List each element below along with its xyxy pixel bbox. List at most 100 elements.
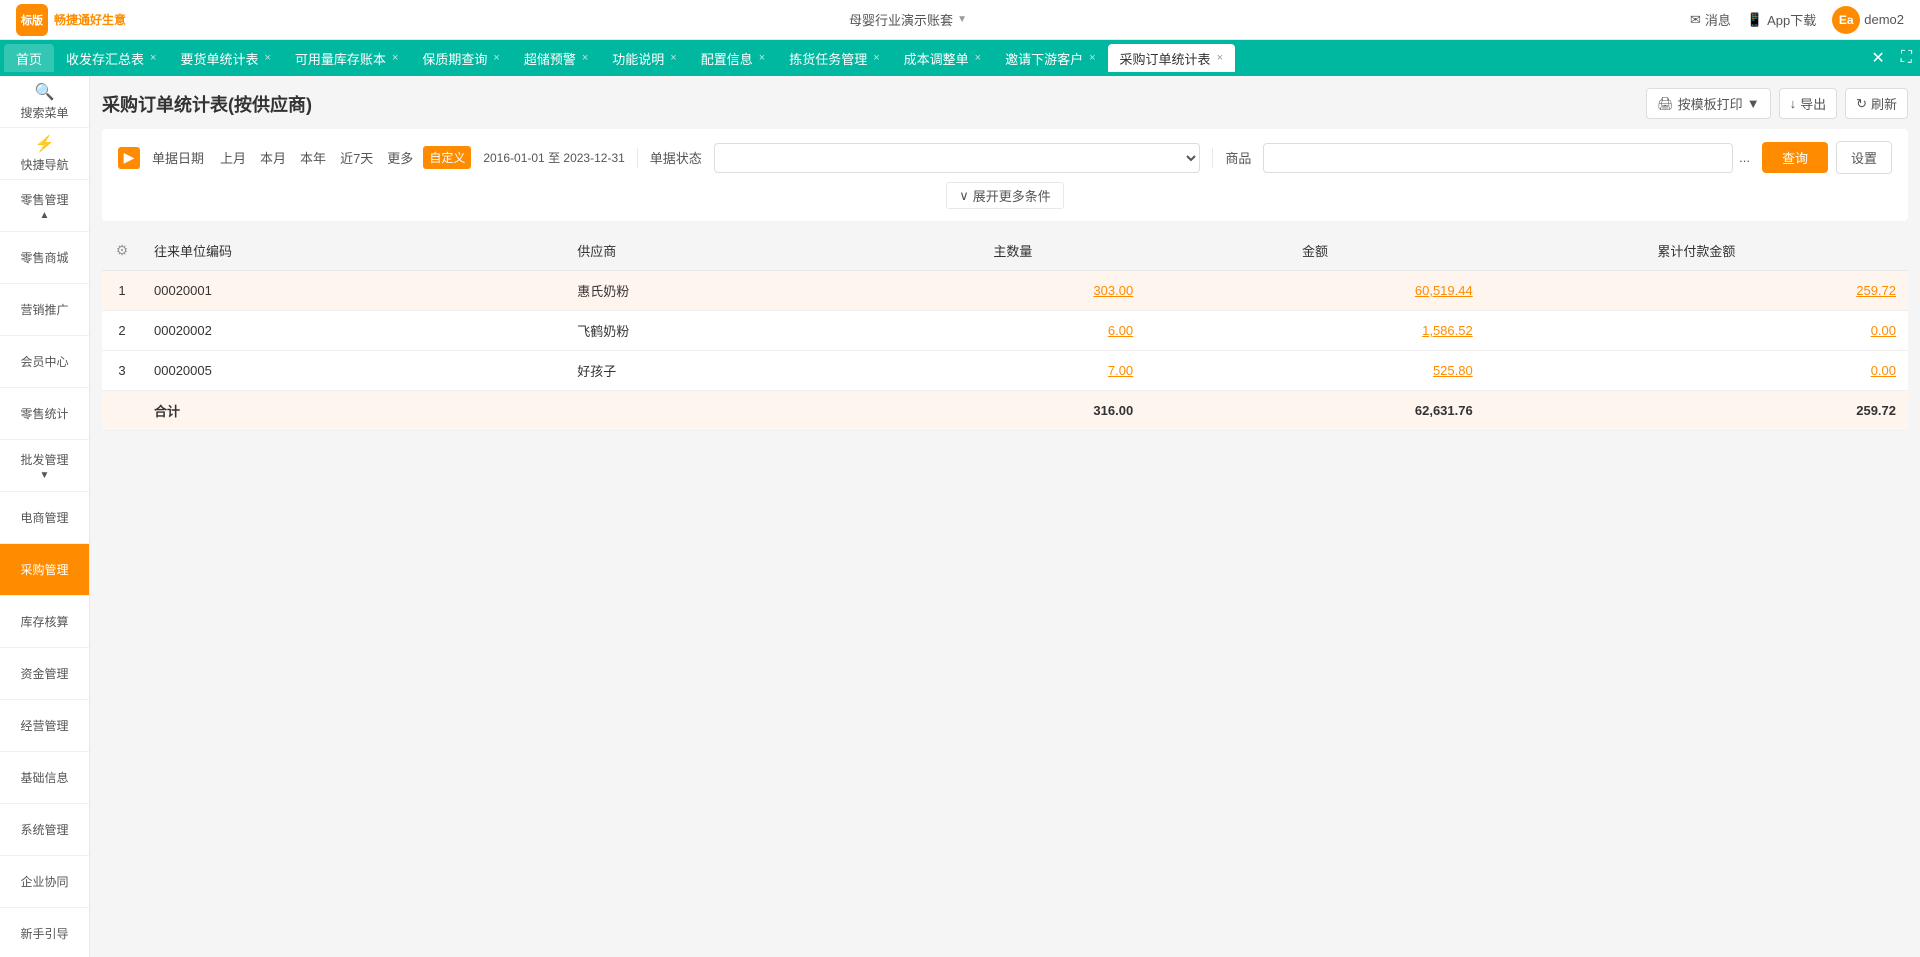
td-seq: 3 <box>102 351 142 391</box>
sidebar-item-enterprise[interactable]: 企业协同 <box>0 856 89 908</box>
tab-func[interactable]: 功能说明 × <box>600 44 688 72</box>
tab-overstock[interactable]: 超储预警 × <box>512 44 600 72</box>
status-select[interactable] <box>714 143 1201 173</box>
close-icon[interactable]: × <box>493 52 499 64</box>
date-more-button[interactable]: 更多 <box>383 146 417 169</box>
goods-input[interactable] <box>1263 143 1733 173</box>
td-amount[interactable]: 525.80 <box>1145 351 1485 391</box>
phone-icon: 📱 <box>1747 12 1763 28</box>
column-settings-icon[interactable]: ⚙ <box>116 242 129 258</box>
tab-expiry[interactable]: 保质期查询 × <box>410 44 511 72</box>
close-icon[interactable]: × <box>264 52 270 64</box>
header-actions: 🖨 按模板打印 ▼ ↓ 导出 ↻ 刷新 <box>1646 88 1908 119</box>
print-button[interactable]: 🖨 按模板打印 ▼ <box>1646 88 1770 119</box>
tab-home[interactable]: 首页 <box>4 44 54 72</box>
sidebar-item-inventory[interactable]: 库存核算 <box>0 596 89 648</box>
sidebar-item-retail[interactable]: 零售管理 ▲ <box>0 180 89 232</box>
tab-receive[interactable]: 收发存汇总表 × <box>54 44 168 72</box>
sidebar-item-purchase[interactable]: 采购管理 <box>0 544 89 596</box>
th-amount: 金额 <box>1145 231 1485 271</box>
export-button[interactable]: ↓ 导出 <box>1779 88 1838 119</box>
refresh-icon: ↻ <box>1856 96 1867 112</box>
chevron-up-icon: ▲ <box>40 210 50 221</box>
sidebar-item-search[interactable]: 🔍 搜索菜单 <box>0 76 89 128</box>
tab-cost[interactable]: 成本调整单 × <box>892 44 993 72</box>
workspace-selector[interactable]: 母婴行业演示账套 ▼ <box>849 10 967 29</box>
tab-available[interactable]: 可用量库存账本 × <box>283 44 410 72</box>
expand-more-button[interactable]: ∨ 展开更多条件 <box>946 182 1064 209</box>
sidebar-item-ecommerce[interactable]: 电商管理 <box>0 492 89 544</box>
refresh-button[interactable]: ↻ 刷新 <box>1845 88 1908 119</box>
filter-divider <box>637 148 638 168</box>
query-button[interactable]: 查询 <box>1762 142 1828 173</box>
sidebar-item-wholesale[interactable]: 批发管理 ▼ <box>0 440 89 492</box>
table-row: 2 00020002 飞鹤奶粉 6.00 1,586.52 0.00 <box>102 311 1908 351</box>
td-qty[interactable]: 6.00 <box>881 311 1146 351</box>
sidebar-item-member[interactable]: 会员中心 <box>0 336 89 388</box>
close-icon[interactable]: × <box>975 52 981 64</box>
sidebar-item-marketing[interactable]: 营销推广 <box>0 284 89 336</box>
sidebar-item-quick[interactable]: ⚡ 快捷导航 <box>0 128 89 180</box>
td-unit-code: 00020001 <box>142 271 565 311</box>
maximize-button[interactable]: ⛶ <box>1897 49 1916 67</box>
top-bar: 标版 畅捷通好生意 母婴行业演示账套 ▼ ✉ 消息 📱 App下载 Ea dem… <box>0 0 1920 40</box>
tab-invite[interactable]: 邀请下游客户 × <box>993 44 1107 72</box>
close-icon[interactable]: × <box>670 52 676 64</box>
avatar: Ea <box>1832 6 1860 34</box>
close-icon[interactable]: × <box>150 52 156 64</box>
print-dropdown-icon: ▼ <box>1747 96 1760 111</box>
close-icon[interactable]: × <box>873 52 879 64</box>
close-icon[interactable]: × <box>1217 52 1223 64</box>
status-select-wrap <box>714 143 1201 173</box>
date-7days-button[interactable]: 近7天 <box>336 146 377 169</box>
message-button[interactable]: ✉ 消息 <box>1690 10 1731 29</box>
td-footer-amount: 62,631.76 <box>1145 391 1485 431</box>
td-seq: 2 <box>102 311 142 351</box>
sidebar-item-retail-stat[interactable]: 零售统计 <box>0 388 89 440</box>
td-paid[interactable]: 259.72 <box>1485 271 1908 311</box>
user-avatar[interactable]: Ea demo2 <box>1832 6 1904 34</box>
settings-button[interactable]: 设置 <box>1836 141 1892 174</box>
filter-toggle-button[interactable]: ▶ <box>118 147 140 169</box>
td-amount[interactable]: 1,586.52 <box>1145 311 1485 351</box>
workspace-dropdown-icon: ▼ <box>957 14 967 25</box>
sidebar-item-finance[interactable]: 资金管理 <box>0 648 89 700</box>
date-prev-month-button[interactable]: 上月 <box>216 146 250 169</box>
td-seq: 1 <box>102 271 142 311</box>
sidebar-item-system[interactable]: 系统管理 <box>0 804 89 856</box>
sidebar-item-basic[interactable]: 基础信息 <box>0 752 89 804</box>
data-table: ⚙ 往来单位编码 供应商 主数量 金额 累计付款金额 1 00020001 惠氏… <box>102 231 1908 431</box>
close-all-tabs-button[interactable]: ✕ <box>1867 48 1888 68</box>
td-qty[interactable]: 303.00 <box>881 271 1146 311</box>
quick-icon: ⚡ <box>35 134 55 154</box>
close-icon[interactable]: × <box>582 52 588 64</box>
td-supplier: 飞鹤奶粉 <box>565 311 880 351</box>
tab-purchase-stat[interactable]: 采购订单统计表 × <box>1108 44 1235 72</box>
sidebar-item-ops[interactable]: 经营管理 <box>0 700 89 752</box>
sidebar-item-newguide[interactable]: 新手引导 <box>0 908 89 957</box>
table-row: 1 00020001 惠氏奶粉 303.00 60,519.44 259.72 <box>102 271 1908 311</box>
close-icon[interactable]: × <box>759 52 765 64</box>
th-unit-code: 往来单位编码 <box>142 231 565 271</box>
td-paid[interactable]: 0.00 <box>1485 311 1908 351</box>
td-amount[interactable]: 60,519.44 <box>1145 271 1485 311</box>
sidebar-item-retail-shop[interactable]: 零售商城 <box>0 232 89 284</box>
date-this-year-button[interactable]: 本年 <box>296 146 330 169</box>
goods-more-button[interactable]: ... <box>1739 150 1750 165</box>
app-download-button[interactable]: 📱 App下载 <box>1747 10 1816 29</box>
date-this-month-button[interactable]: 本月 <box>256 146 290 169</box>
main-content: 采购订单统计表(按供应商) 🖨 按模板打印 ▼ ↓ 导出 ↻ 刷新 <box>90 76 1920 957</box>
export-icon: ↓ <box>1790 96 1797 111</box>
td-supplier: 惠氏奶粉 <box>565 271 880 311</box>
td-paid[interactable]: 0.00 <box>1485 351 1908 391</box>
goods-filter-label: 商品 <box>1225 148 1251 167</box>
tab-config[interactable]: 配置信息 × <box>689 44 777 72</box>
nav-end-controls: ✕ ⛶ <box>1867 48 1916 68</box>
tab-demand[interactable]: 要货单统计表 × <box>168 44 282 72</box>
td-qty[interactable]: 7.00 <box>881 351 1146 391</box>
chevron-down-icon: ▼ <box>40 470 50 481</box>
tab-pick[interactable]: 拣货任务管理 × <box>777 44 891 72</box>
close-icon[interactable]: × <box>392 52 398 64</box>
close-icon[interactable]: × <box>1089 52 1095 64</box>
date-custom-button[interactable]: 自定义 <box>423 146 471 169</box>
